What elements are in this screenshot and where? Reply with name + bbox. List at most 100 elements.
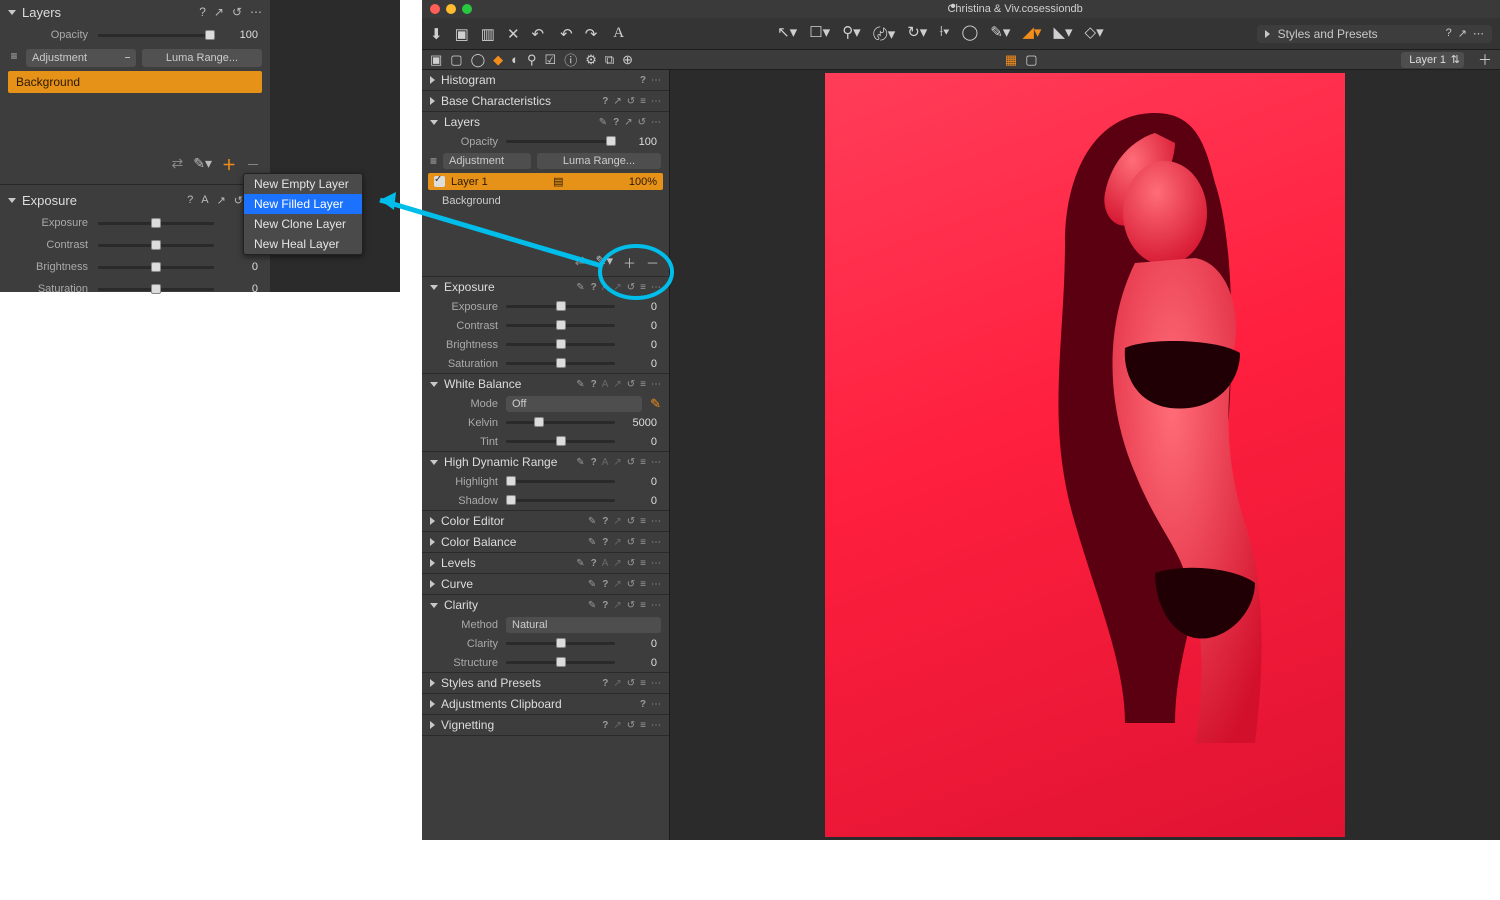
- brightness-slider[interactable]: [98, 266, 214, 269]
- undo-icon[interactable]: ↶: [532, 25, 545, 43]
- reset-icon[interactable]: ↺: [232, 5, 242, 19]
- output-tab-icon[interactable]: ⚙: [585, 52, 597, 68]
- menu-icon[interactable]: ≡: [640, 379, 646, 390]
- saturation-value[interactable]: 0: [224, 281, 262, 297]
- more-icon[interactable]: ⋯: [1473, 27, 1484, 40]
- eraser-tool-icon[interactable]: ◇▾: [1085, 23, 1104, 44]
- hdr-header[interactable]: High Dynamic Range✎?A↗↺≡⋯: [422, 452, 669, 472]
- exposure-tab-icon[interactable]: ◐: [511, 52, 519, 67]
- reset-icon[interactable]: ↺: [627, 96, 635, 107]
- menu-icon[interactable]: ≡: [640, 457, 646, 468]
- add-layer-button[interactable]: ＋: [222, 155, 236, 175]
- camera-icon[interactable]: ▣: [455, 25, 469, 43]
- eyedropper-icon[interactable]: ✎: [650, 396, 661, 412]
- expand-icon[interactable]: ↗: [613, 282, 621, 293]
- exp2-contrast-slider[interactable]: [506, 324, 615, 327]
- layer-row-background[interactable]: Background: [8, 71, 262, 93]
- help-icon[interactable]: ?: [613, 117, 619, 128]
- expand-icon[interactable]: ↗: [613, 379, 621, 390]
- expand-icon[interactable]: ↗: [217, 194, 226, 207]
- undo2-icon[interactable]: ↶: [560, 25, 573, 43]
- library-tab-icon[interactable]: ▣: [430, 52, 442, 68]
- auto-icon[interactable]: A: [201, 194, 208, 207]
- auto-icon[interactable]: A: [602, 379, 609, 390]
- folder-icon[interactable]: ▥: [481, 25, 495, 43]
- swap-icon[interactable]: ⇄: [575, 253, 586, 272]
- layer-visibility-checkbox[interactable]: [434, 176, 445, 187]
- wb-tint-slider[interactable]: [506, 440, 615, 443]
- menu-item-new-clone-layer[interactable]: New Clone Layer: [244, 214, 362, 234]
- color-balance-header[interactable]: Color Balance✎?↗↺≡⋯: [422, 532, 669, 552]
- brush-icon[interactable]: ✎▾: [193, 155, 212, 175]
- saturation-slider[interactable]: [98, 288, 214, 291]
- exposure-slider[interactable]: [98, 222, 214, 225]
- vignetting-header[interactable]: Vignetting?↗↺≡⋯: [422, 715, 669, 735]
- opacity-value[interactable]: 100: [224, 27, 262, 43]
- adjustment2-select[interactable]: Adjustment: [443, 153, 531, 169]
- keystone-tool-icon[interactable]: ⟊▾: [939, 23, 949, 44]
- zoom-tool-icon[interactable]: ⚲▾: [842, 23, 861, 44]
- help-icon[interactable]: ?: [640, 75, 646, 86]
- capture-tab-icon[interactable]: ▢: [450, 52, 462, 68]
- histogram-header[interactable]: Histogram?⋯: [422, 70, 669, 90]
- clarity-slider[interactable]: [506, 642, 615, 645]
- new-layer-context-menu[interactable]: New Empty Layer New Filled Layer New Clo…: [243, 173, 363, 255]
- maximize-window-button[interactable]: [462, 4, 472, 14]
- wb-tint-value[interactable]: 0: [623, 434, 661, 450]
- rotate-tool-icon[interactable]: ↻▾: [907, 23, 927, 44]
- reset-icon[interactable]: ↺: [638, 117, 646, 128]
- color-tab-icon[interactable]: ◆: [493, 52, 503, 68]
- more-icon[interactable]: ⋯: [651, 379, 661, 390]
- image-canvas[interactable]: [825, 73, 1345, 837]
- remove-layer2-button[interactable]: －: [646, 253, 659, 272]
- add-viewer-icon[interactable]: ＋: [1478, 50, 1492, 70]
- more-icon[interactable]: ⋯: [651, 96, 661, 107]
- remove-layer-button[interactable]: －: [246, 155, 260, 175]
- exp2-saturation-value[interactable]: 0: [623, 356, 661, 372]
- adjust-tab-icon[interactable]: ☑: [545, 52, 557, 68]
- hdr-shadow-slider[interactable]: [506, 499, 615, 502]
- gradient-tool-icon[interactable]: ◣▾: [1053, 23, 1072, 44]
- mask-icon[interactable]: ▤: [553, 175, 563, 188]
- close-window-button[interactable]: [430, 4, 440, 14]
- viewer-layer-select[interactable]: Layer 1⇅: [1401, 52, 1464, 68]
- menu-item-new-filled-layer[interactable]: New Filled Layer: [244, 194, 362, 214]
- hdr-highlight-value[interactable]: 0: [623, 474, 661, 490]
- hdr-shadow-value[interactable]: 0: [623, 493, 661, 509]
- reset-icon[interactable]: ↺: [627, 457, 635, 468]
- exp2-saturation-slider[interactable]: [506, 362, 615, 365]
- expand-icon[interactable]: ↗: [1458, 27, 1467, 40]
- luma-range-button[interactable]: Luma Range...: [142, 49, 262, 67]
- swap-icon[interactable]: ⇄: [172, 155, 184, 175]
- menu-icon[interactable]: ≡: [640, 96, 646, 107]
- quick-tab-icon[interactable]: ⊕: [622, 52, 633, 68]
- styles2-header[interactable]: Styles and Presets?↗↺≡⋯: [422, 673, 669, 693]
- menu-item-new-heal-layer[interactable]: New Heal Layer: [244, 234, 362, 254]
- opacity2-slider[interactable]: [506, 140, 615, 143]
- exp2-brightness-value[interactable]: 0: [623, 337, 661, 353]
- adjustment-select[interactable]: Adjustment: [26, 49, 136, 67]
- contrast-slider[interactable]: [98, 244, 214, 247]
- opacity-slider[interactable]: [98, 34, 214, 37]
- menu-item-new-empty-layer[interactable]: New Empty Layer: [244, 174, 362, 194]
- exposure-panel-header[interactable]: Exposure ? A ↗ ↺ ⋯: [0, 188, 270, 212]
- auto-icon[interactable]: A: [602, 457, 609, 468]
- text-icon[interactable]: A: [613, 25, 624, 42]
- auto-icon[interactable]: A: [602, 282, 609, 293]
- help-icon[interactable]: ?: [602, 516, 608, 527]
- import-icon[interactable]: ⬇: [430, 25, 443, 43]
- exp2-exposure-slider[interactable]: [506, 305, 615, 308]
- wb-kelvin-value[interactable]: 5000: [623, 415, 661, 431]
- brush-tool-icon[interactable]: ✎▾: [990, 23, 1010, 44]
- settings-icon[interactable]: ≡: [8, 49, 20, 67]
- expand-icon[interactable]: ↗: [624, 117, 632, 128]
- clarity-value[interactable]: 0: [623, 636, 661, 652]
- add-layer2-button[interactable]: ＋: [623, 253, 636, 272]
- fill-tool-icon[interactable]: ◢▾: [1022, 23, 1041, 44]
- expand-icon[interactable]: ↗: [613, 457, 621, 468]
- opacity2-value[interactable]: 100: [623, 134, 661, 150]
- luma2-button[interactable]: Luma Range...: [537, 153, 661, 169]
- help-icon[interactable]: ?: [591, 282, 597, 293]
- structure-value[interactable]: 0: [623, 655, 661, 671]
- menu-icon[interactable]: ≡: [640, 282, 646, 293]
